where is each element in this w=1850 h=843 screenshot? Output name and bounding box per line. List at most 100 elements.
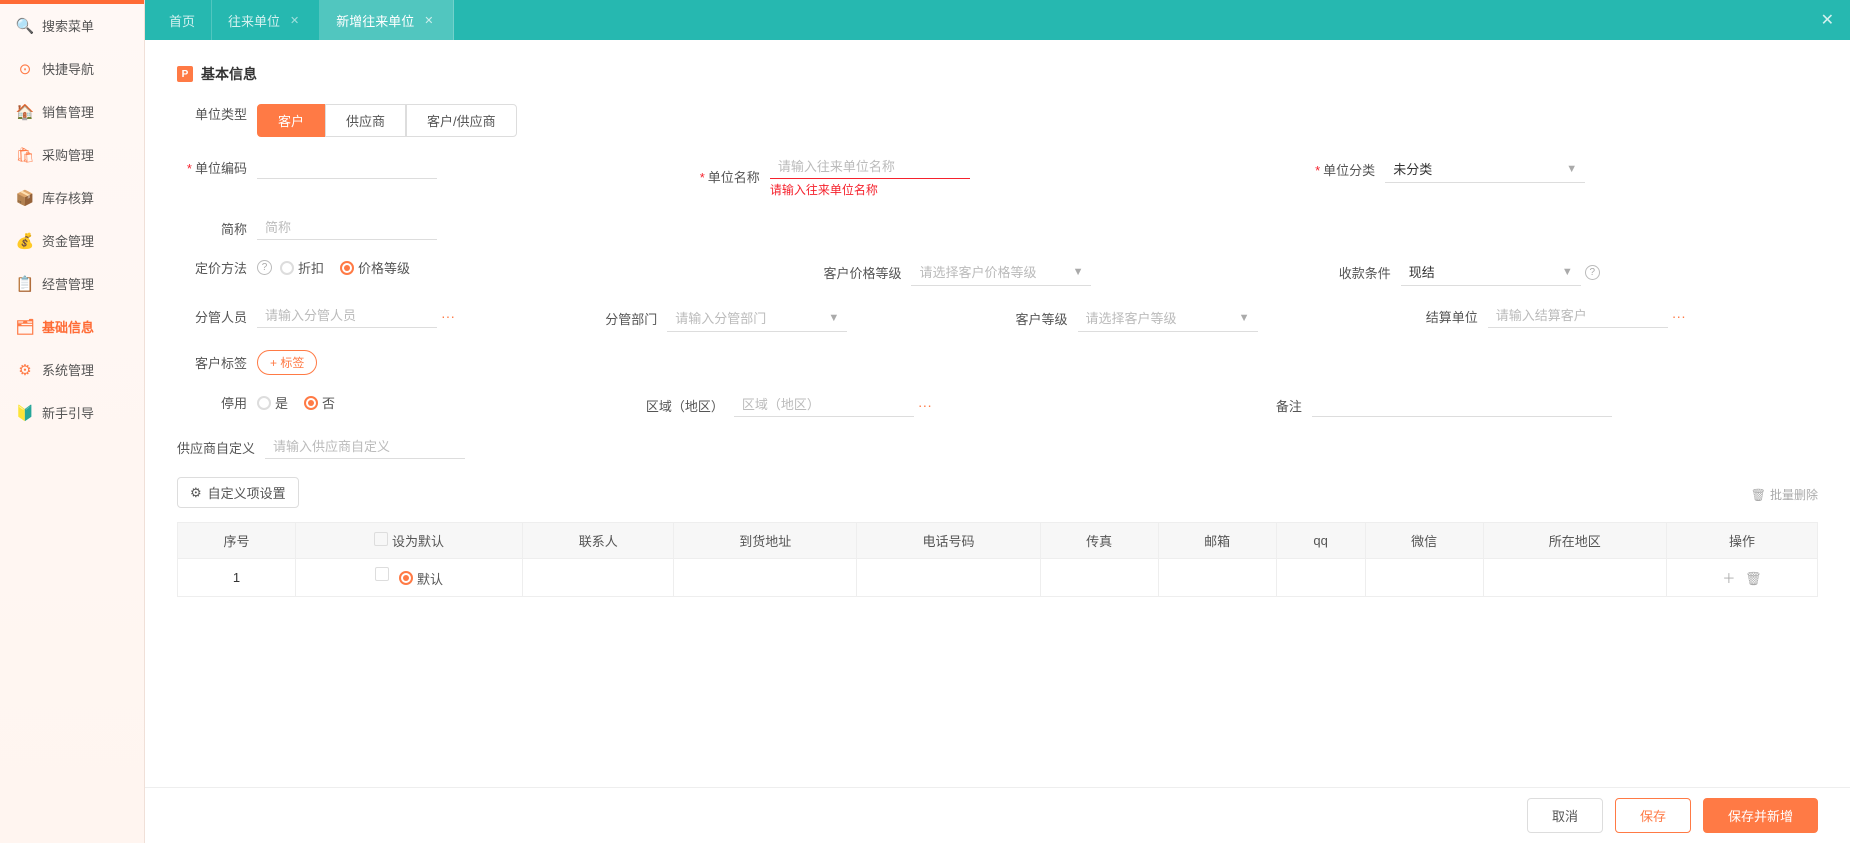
sidebar-item-operations[interactable]: 📋 经营管理 [0,262,144,305]
sidebar-item-purchase[interactable]: 🛍 采购管理 [0,133,144,176]
sidebar-item-system[interactable]: ⚙ 系统管理 [0,348,144,391]
field-unit-code: 单位编码 000009 [177,155,690,179]
col-contact: 联系人 [523,523,674,559]
cell-location [1483,559,1666,597]
add-tag-label: + 标签 [270,354,304,371]
sidebar-item-quick-nav[interactable]: ⊙ 快捷导航 [0,47,144,90]
col-fax: 传真 [1040,523,1158,559]
short-name-input[interactable] [257,216,437,240]
unit-code-input[interactable]: 000009 [257,155,437,179]
section-bar-icon: P [177,66,193,82]
unit-category-select[interactable]: 未分类 ▼ [1385,155,1585,183]
section-heading: P 基本信息 [177,64,1818,84]
department-select[interactable]: 请输入分管部门 ▼ [667,304,847,332]
manager-input[interactable] [257,304,437,328]
tab-partners-label: 往来单位 [228,11,280,30]
header-checkbox[interactable] [374,532,388,546]
operations-icon: 📋 [16,275,34,293]
unit-type-row: 单位类型 客户 供应商 客户/供应商 [177,104,1818,137]
add-tag-button[interactable]: + 标签 [257,350,317,375]
pricing-help-icon[interactable]: ? [257,260,272,275]
short-name-label: 简称 [177,219,257,238]
radio-yes-circle [257,396,271,410]
type-btn-customer[interactable]: 客户 [257,104,325,137]
radio-yes-label: 是 [275,393,288,412]
section-title: 基本信息 [201,64,257,84]
unit-category-value: 未分类 [1393,159,1566,178]
row-default-radio[interactable]: 默认 [399,569,443,588]
save-new-button[interactable]: 保存并新增 [1703,798,1818,833]
settlement-unit-input[interactable] [1488,304,1668,328]
basic-icon: 🗂 [16,318,34,336]
sidebar-item-search[interactable]: 🔍 搜索菜单 [0,4,144,47]
chevron-down-icon-3: ▼ [1562,266,1573,278]
row-delete-icon[interactable]: 🗑 [1745,571,1762,586]
cell-address [674,559,857,597]
sidebar-item-sales[interactable]: 🏠 销售管理 [0,90,144,133]
sidebar-item-inventory[interactable]: 📦 库存核算 [0,176,144,219]
field-unit-name: 单位名称 请输入往来单位名称 [690,155,1305,198]
close-all-tabs[interactable]: ✕ [1813,6,1842,34]
field-remark: 备注 [1232,393,1818,417]
field-customer-price-level: 客户价格等级 请选择客户价格等级 ▼ [823,258,1320,286]
type-btn-supplier[interactable]: 供应商 [325,104,406,137]
remark-input[interactable] [1312,393,1612,417]
tab-new-partner-close[interactable]: ✕ [420,12,437,29]
cancel-button[interactable]: 取消 [1527,798,1603,833]
batch-delete-button[interactable]: 🗑 批量删除 [1751,486,1818,503]
form-row-manager: 分管人员 ··· 分管部门 请输入分管部门 ▼ 客户等级 请选择客户等级 ▼ [177,304,1818,332]
customer-level-select[interactable]: 请选择客户等级 ▼ [1078,304,1258,332]
radio-discount[interactable]: 折扣 [280,258,324,277]
tab-partners-close[interactable]: ✕ [286,12,303,29]
payment-help-icon[interactable]: ? [1585,265,1600,280]
sidebar-item-label: 搜索菜单 [42,16,94,35]
save-button[interactable]: 保存 [1615,798,1691,833]
supplier-custom-input[interactable] [265,435,465,459]
unit-name-input[interactable] [770,155,970,179]
cell-contact [523,559,674,597]
form-row-pricing: 定价方法 ? 折扣 价格等级 客户价格等级 [177,258,1818,286]
sidebar-item-guide[interactable]: 🔰 新手引导 [0,391,144,434]
unit-name-error: 请输入往来单位名称 [770,181,970,198]
table-row: 1 默认 [178,559,1818,597]
chevron-down-icon-2: ▼ [1073,266,1084,278]
region-input[interactable] [734,393,914,417]
type-btn-both[interactable]: 客户/供应商 [406,104,517,137]
field-settlement-unit: 结算单位 ··· [1408,304,1818,328]
radio-price-level[interactable]: 价格等级 [340,258,410,277]
sidebar-item-label: 库存核算 [42,188,94,207]
pricing-method-label: 定价方法 [177,258,257,277]
content-area: P 基本信息 单位类型 客户 供应商 客户/供应商 单位编码 000009 [145,40,1850,787]
settlement-unit-label: 结算单位 [1408,307,1488,326]
payment-terms-select[interactable]: 现结 ▼ [1401,258,1581,286]
guide-icon: 🔰 [16,404,34,422]
gear-icon: ⚙ [190,485,202,501]
tab-home[interactable]: 首页 [153,0,212,40]
sidebar-item-basic[interactable]: 🗂 基础信息 [0,305,144,348]
sales-icon: 🏠 [16,103,34,121]
custom-settings-button[interactable]: ⚙ 自定义项设置 [177,477,299,508]
settlement-more-icon[interactable]: ··· [1668,308,1690,324]
field-region: 区域（地区） ··· [646,393,1232,417]
form-row-disabled: 停用 是 否 区域（地区） ··· [177,393,1818,417]
radio-no-circle [304,396,318,410]
row-checkbox[interactable] [375,567,389,581]
field-payment-terms: 收款条件 现结 ▼ ? [1321,258,1818,286]
tab-new-partner[interactable]: 新增往来单位 ✕ [320,0,454,40]
radio-yes[interactable]: 是 [257,393,288,412]
cell-wechat [1365,559,1483,597]
chevron-down-icon: ▼ [1566,163,1577,175]
col-qq: qq [1276,523,1365,559]
sidebar-item-label: 采购管理 [42,145,94,164]
row-add-icon[interactable]: ＋ [1722,571,1735,586]
data-table: 序号 设为默认 联系人 到货地址 电话号码 传真 邮箱 qq 微信 所在地区 操… [177,522,1818,597]
region-more-icon[interactable]: ··· [914,397,936,413]
field-manager: 分管人员 ··· [177,304,587,328]
radio-no[interactable]: 否 [304,393,335,412]
cell-fax [1040,559,1158,597]
manager-more-icon[interactable]: ··· [437,308,459,324]
sidebar-item-finance[interactable]: 💰 资金管理 [0,219,144,262]
unit-name-label: 单位名称 [690,167,770,186]
tab-partners[interactable]: 往来单位 ✕ [212,0,320,40]
customer-price-level-select[interactable]: 请选择客户价格等级 ▼ [911,258,1091,286]
